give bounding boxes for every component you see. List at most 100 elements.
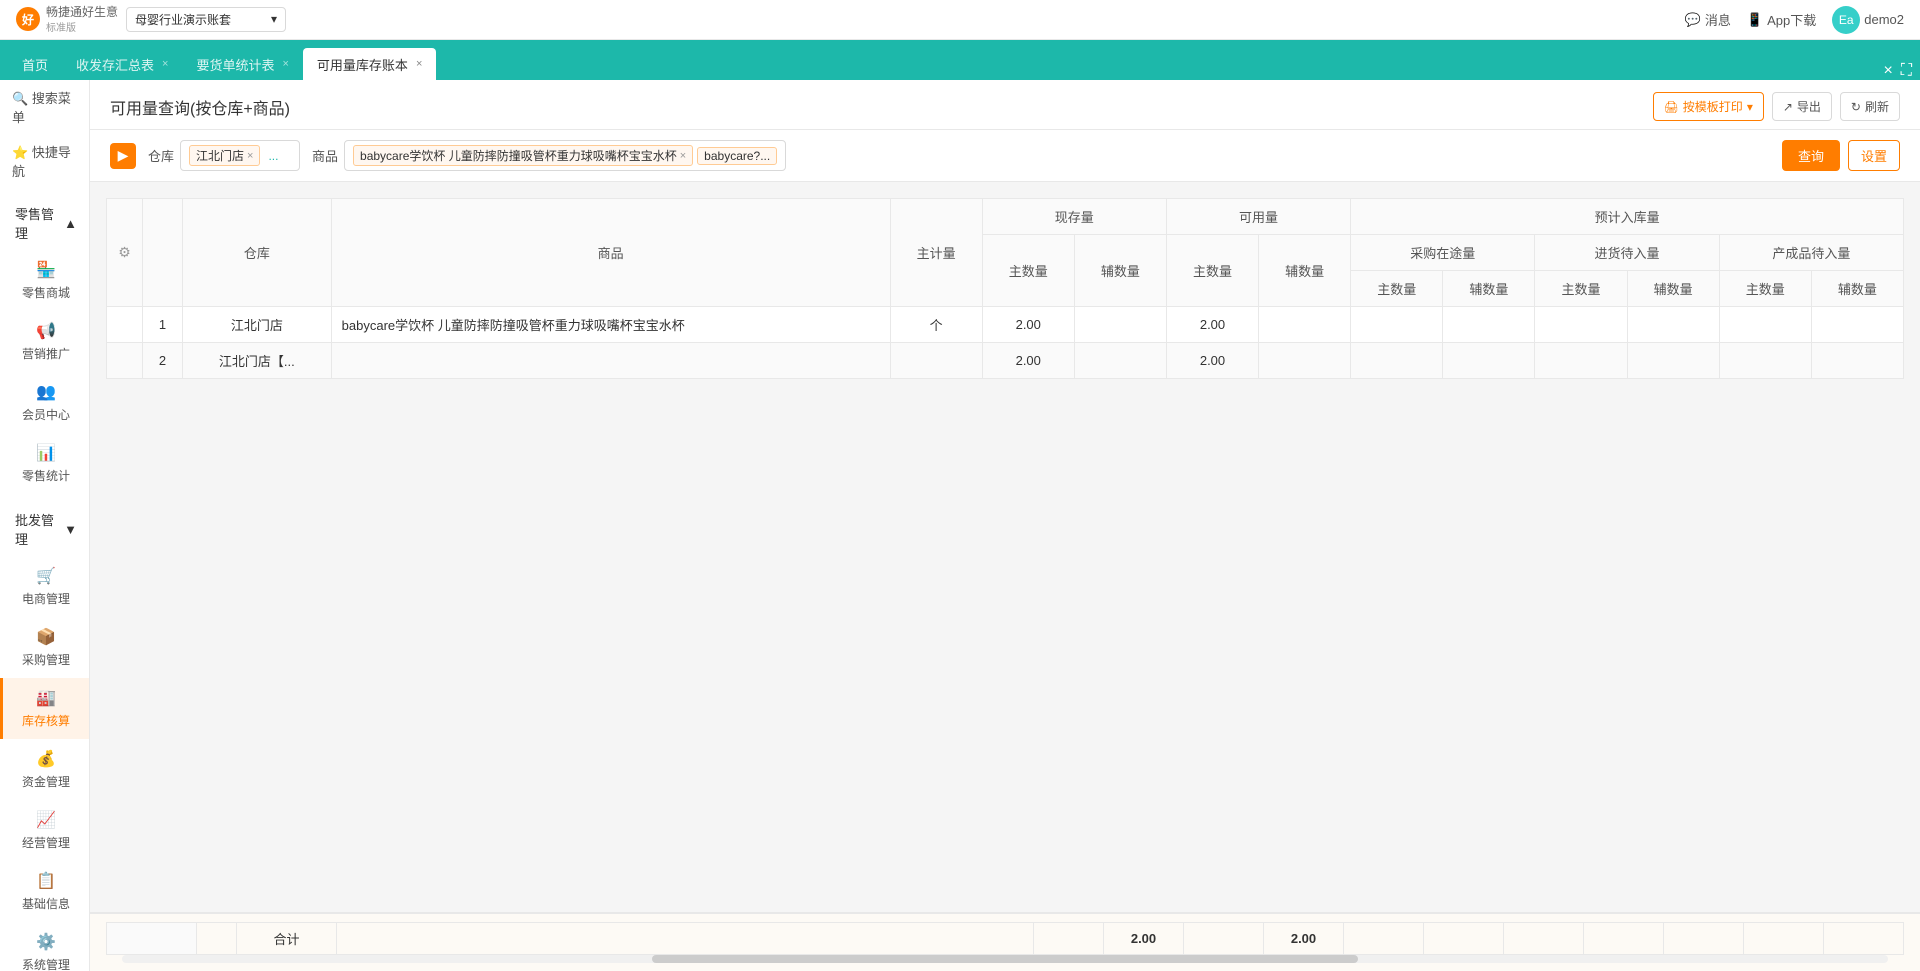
th-incoming-group: 进货待入量	[1535, 235, 1719, 271]
star-icon: ⭐	[12, 145, 28, 160]
members-icon: 👥	[36, 382, 56, 402]
th-stock-aux: 辅数量	[1074, 235, 1166, 307]
th-available-group: 可用量	[1166, 199, 1350, 235]
sidebar-search-menu[interactable]: 🔍 搜索菜单	[0, 80, 89, 134]
filter-toggle-button[interactable]: ▶	[110, 143, 136, 169]
tab-receipts-close[interactable]: ×	[162, 58, 168, 70]
tab-inventory-label: 可用量库存账本	[317, 55, 408, 74]
th-incoming-aux: 辅数量	[1627, 271, 1719, 307]
app-download-button[interactable]: 📱 App下载	[1747, 10, 1816, 29]
row2-production-main	[1719, 343, 1811, 379]
footer-empty-product	[337, 923, 1034, 955]
product-filter-input[interactable]: babycare学饮杯 儿童防摔防撞吸管杯重力球吸嘴杯宝宝水杯 × babyca…	[344, 140, 786, 171]
sidebar-item-finance[interactable]: 💰 资金管理	[0, 739, 89, 800]
close-all-icon[interactable]: ×	[1883, 62, 1892, 80]
row1-incoming-aux	[1627, 307, 1719, 343]
th-available-main: 主数量	[1166, 235, 1258, 307]
wholesale-label: 批发管理	[15, 510, 60, 548]
sidebar-item-purchase[interactable]: 📦 采购管理	[0, 617, 89, 678]
sidebar-item-members[interactable]: 👥 会员中心	[0, 372, 89, 433]
purchase-label: 采购管理	[22, 651, 70, 668]
main-layout: 🔍 搜索菜单 ⭐ 快捷导航 零售管理 ▲ 🏪 零售商城 📢 营销推广 👥 会员中…	[0, 80, 1920, 971]
retail-shop-label: 零售商城	[22, 284, 70, 301]
refresh-button[interactable]: ↻ 刷新	[1840, 92, 1900, 121]
tab-home[interactable]: 首页	[8, 48, 62, 80]
export-button[interactable]: ↗ 导出	[1772, 92, 1832, 121]
table-scrollbar[interactable]	[122, 955, 1888, 963]
operations-label: 经营管理	[22, 834, 70, 851]
user-name: demo2	[1864, 12, 1904, 27]
logo-text-block: 畅捷通好生意 标准版	[46, 5, 118, 34]
basic-info-icon: 📋	[36, 871, 56, 891]
table-area: ⚙ 仓库 商品 主计量 现存量 可用量 预计入库量 主数量 辅数量 主数量	[90, 182, 1920, 912]
content-area: 可用量查询(按仓库+商品) 🖨 按模板打印 ▾ ↗ 导出 ↻ 刷新 ▶	[90, 80, 1920, 971]
sidebar-item-ecommerce[interactable]: 🛒 电商管理	[0, 556, 89, 617]
print-button[interactable]: 🖨 按模板打印 ▾	[1653, 92, 1764, 121]
row1-unit: 个	[890, 307, 982, 343]
row2-purchase-aux	[1443, 343, 1535, 379]
row1-warehouse: 江北门店	[183, 307, 332, 343]
table-header-row-1: ⚙ 仓库 商品 主计量 现存量 可用量 预计入库量	[107, 199, 1904, 235]
product-tag-1: babycare学饮杯 儿童防摔防撞吸管杯重力球吸嘴杯宝宝水杯 ×	[353, 145, 693, 166]
table-row: 2 江北门店【... 2.00 2.00	[107, 343, 1904, 379]
footer-label-cell	[107, 923, 197, 955]
column-settings-icon[interactable]: ⚙	[118, 244, 131, 260]
ecommerce-icon: 🛒	[36, 566, 56, 586]
sidebar-item-inventory[interactable]: 🏭 库存核算	[0, 678, 89, 739]
product-tag-1-close[interactable]: ×	[680, 150, 686, 162]
tab-orders-close[interactable]: ×	[282, 58, 288, 70]
expand-icon[interactable]: ⛶	[1901, 62, 1912, 80]
members-label: 会员中心	[22, 406, 70, 423]
query-button[interactable]: 查询	[1782, 140, 1840, 171]
footer-production-main	[1744, 923, 1824, 955]
warehouse-selector[interactable]: 母婴行业演示账套 ▾	[126, 7, 286, 32]
sidebar-item-system[interactable]: ⚙️ 系统管理	[0, 922, 89, 971]
sidebar-item-retail-stats[interactable]: 📊 零售统计	[0, 433, 89, 494]
sidebar-item-operations[interactable]: 📈 经营管理	[0, 800, 89, 861]
sidebar-item-wholesale[interactable]: 批发管理 ▼	[0, 502, 89, 556]
settings-button[interactable]: 设置	[1848, 140, 1900, 171]
tab-inventory[interactable]: 可用量库存账本 ×	[303, 48, 436, 80]
warehouse-tag-close[interactable]: ×	[247, 150, 253, 162]
sidebar-item-retail-shop[interactable]: 🏪 零售商城	[0, 250, 89, 311]
operations-icon: 📈	[36, 810, 56, 830]
row2-production-aux	[1811, 343, 1903, 379]
footer-stock-main: 2.00	[1104, 923, 1184, 955]
top-bar: 好 畅捷通好生意 标准版 母婴行业演示账套 ▾ 💬 消息 📱 App下载 Ea …	[0, 0, 1920, 40]
sidebar-quick-nav[interactable]: ⭐ 快捷导航	[0, 134, 89, 188]
ecommerce-label: 电商管理	[22, 590, 70, 607]
footer-empty-unit	[1034, 923, 1104, 955]
footer-available-main: 2.00	[1264, 923, 1344, 955]
footer-production-aux	[1824, 923, 1904, 955]
th-production-group: 产成品待入量	[1719, 235, 1903, 271]
message-button[interactable]: 💬 消息	[1685, 10, 1731, 29]
finance-icon: 💰	[36, 749, 56, 769]
sidebar-item-retail[interactable]: 零售管理 ▲	[0, 196, 89, 250]
warehouse-filter-input[interactable]: 江北门店 × ...	[180, 140, 300, 171]
row2-purchase-main	[1351, 343, 1443, 379]
row2-incoming-aux	[1627, 343, 1719, 379]
th-purchase-main: 主数量	[1351, 271, 1443, 307]
sidebar-item-marketing[interactable]: 📢 营销推广	[0, 311, 89, 372]
footer-stock-aux	[1184, 923, 1264, 955]
message-label: 消息	[1705, 10, 1731, 29]
inventory-label: 库存核算	[22, 712, 70, 729]
th-incoming-main: 主数量	[1535, 271, 1627, 307]
th-stock-group: 现存量	[982, 199, 1166, 235]
row1-production-aux	[1811, 307, 1903, 343]
tab-receipts[interactable]: 收发存汇总表 ×	[62, 48, 182, 80]
message-icon: 💬	[1685, 12, 1701, 28]
sidebar-item-basic-info[interactable]: 📋 基础信息	[0, 861, 89, 922]
footer-row: 合计 2.00 2.00	[107, 923, 1904, 955]
filter-product-group: 商品 babycare学饮杯 儿童防摔防撞吸管杯重力球吸嘴杯宝宝水杯 × bab…	[312, 140, 786, 171]
row1-available-main: 2.00	[1166, 307, 1258, 343]
wholesale-chevron-icon: ▼	[64, 522, 77, 537]
warehouse-filter-more[interactable]: ...	[264, 149, 282, 163]
user-menu[interactable]: Ea demo2	[1832, 6, 1904, 34]
tab-orders[interactable]: 要货单统计表 ×	[182, 48, 302, 80]
tab-inventory-close[interactable]: ×	[416, 58, 422, 70]
row1-settings	[107, 307, 143, 343]
warehouse-tag: 江北门店 ×	[189, 145, 260, 166]
product-tag-1-text: babycare学饮杯 儿童防摔防撞吸管杯重力球吸嘴杯宝宝水杯	[360, 147, 677, 164]
purchase-icon: 📦	[36, 627, 56, 647]
